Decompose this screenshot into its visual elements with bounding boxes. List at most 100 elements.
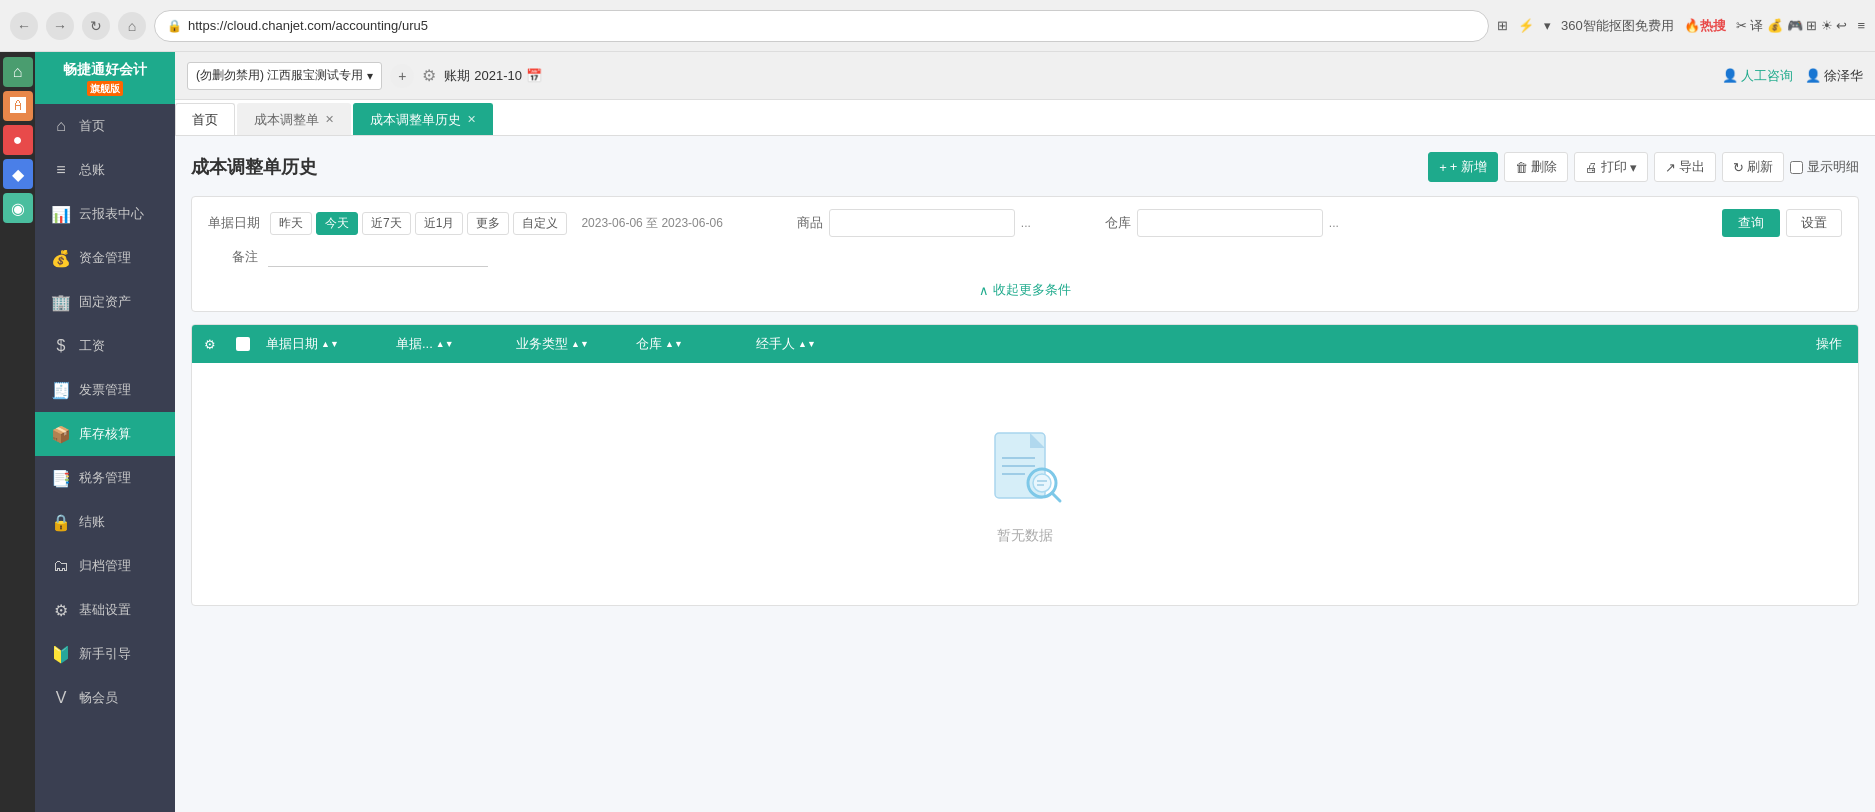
refresh-button[interactable]: ↻ 刷新: [1722, 152, 1784, 182]
company-selector[interactable]: (勿删勿禁用) 江西服宝测试专用 ▾: [187, 62, 382, 90]
sidebar-item-inventory[interactable]: 📦 库存核算: [35, 412, 175, 456]
date-sort-icon: ▲▼: [321, 340, 339, 349]
top-bar: (勿删勿禁用) 江西服宝测试专用 ▾ + ⚙ 账期 2021-10 📅 👤 人工…: [175, 52, 1875, 100]
export-button[interactable]: ↗ 导出: [1654, 152, 1716, 182]
custom-btn[interactable]: 自定义: [513, 212, 567, 235]
sidebar-item-ledger[interactable]: ≡ 总账: [35, 148, 175, 192]
sidebar-item-guide[interactable]: 🔰 新手引导: [35, 632, 175, 676]
sidebar-label-closing: 结账: [79, 513, 105, 531]
sidebar-item-archive[interactable]: 🗂 归档管理: [35, 544, 175, 588]
remark-label: 备注: [208, 248, 258, 266]
th-docno-label: 单据...: [396, 335, 433, 353]
sidebar-item-tax[interactable]: 📑 税务管理: [35, 456, 175, 500]
back-button[interactable]: ←: [10, 12, 38, 40]
rail-icon-3[interactable]: ●: [3, 125, 33, 155]
browser-tools[interactable]: ✂ 译 💰 🎮 ⊞ ☀ ↩: [1736, 17, 1848, 35]
today-btn[interactable]: 今天: [316, 212, 358, 235]
goods-more[interactable]: ...: [1021, 216, 1031, 230]
collapse-label: 收起更多条件: [993, 281, 1071, 299]
url-bar[interactable]: 🔒 https://cloud.chanjet.com/accounting/u…: [154, 10, 1489, 42]
th-checkbox-box: [236, 337, 250, 351]
print-button[interactable]: 🖨 打印 ▾: [1574, 152, 1648, 182]
page-title: 成本调整单历史: [191, 155, 317, 179]
user-name-button[interactable]: 👤 徐泽华: [1805, 67, 1863, 85]
browser-bar: ← → ↻ ⌂ 🔒 https://cloud.chanjet.com/acco…: [0, 0, 1875, 52]
tab-cost-adjust[interactable]: 成本调整单 ✕: [237, 103, 351, 135]
goods-filter: 商品 ...: [773, 209, 1031, 237]
week7-btn[interactable]: 近7天: [362, 212, 411, 235]
filter-settings-button[interactable]: 设置: [1786, 209, 1842, 237]
tab-home[interactable]: 首页: [175, 103, 235, 135]
th-warehouse[interactable]: 仓库 ▲▼: [628, 335, 748, 353]
sidebar-item-funds[interactable]: 💰 资金管理: [35, 236, 175, 280]
closing-icon: 🔒: [51, 513, 71, 532]
sidebar-item-assets[interactable]: 🏢 固定资产: [35, 280, 175, 324]
sidebar-nav: ⌂ 首页 ≡ 总账 📊 云报表中心 💰 资金管理 🏢 固定资产 $ 工资: [35, 104, 175, 812]
sidebar-item-invoice[interactable]: 🧾 发票管理: [35, 368, 175, 412]
new-button[interactable]: + + 新增: [1428, 152, 1498, 182]
sidebar-item-home[interactable]: ⌂ 首页: [35, 104, 175, 148]
more-btn[interactable]: 更多: [467, 212, 509, 235]
query-button[interactable]: 查询: [1722, 209, 1780, 237]
browser-lightning-icon[interactable]: ⚡: [1518, 18, 1534, 33]
delete-button[interactable]: 🗑 删除: [1504, 152, 1568, 182]
user-name-label: 徐泽华: [1824, 67, 1863, 85]
table-container: ⚙ 单据日期 ▲▼ 单据... ▲▼ 业务类型 ▲▼: [191, 324, 1859, 606]
sidebar-label-settings: 基础设置: [79, 601, 131, 619]
settings-gear-icon[interactable]: ⚙: [422, 66, 436, 85]
show-col-toggle[interactable]: 显示明细: [1790, 158, 1859, 176]
sidebar-item-closing[interactable]: 🔒 结账: [35, 500, 175, 544]
yesterday-btn[interactable]: 昨天: [270, 212, 312, 235]
rail-icon-2[interactable]: 🅰: [3, 91, 33, 121]
home-button[interactable]: ⌂: [118, 12, 146, 40]
sidebar-label-inventory: 库存核算: [79, 425, 131, 443]
goods-input[interactable]: [829, 209, 1015, 237]
sidebar-item-reports[interactable]: 📊 云报表中心: [35, 192, 175, 236]
th-checkbox[interactable]: [228, 337, 258, 351]
sidebar: 畅捷通好会计 旗舰版 ⌂ 首页 ≡ 总账 📊 云报表中心 💰 资金管理: [35, 52, 175, 812]
rail-icon-4[interactable]: ◆: [3, 159, 33, 189]
sidebar-item-vip[interactable]: V 畅会员: [35, 676, 175, 720]
rail-home[interactable]: ⌂: [3, 57, 33, 87]
forward-button[interactable]: →: [46, 12, 74, 40]
sidebar-item-settings[interactable]: ⚙ 基础设置: [35, 588, 175, 632]
svg-point-5: [1033, 474, 1051, 492]
reports-icon: 📊: [51, 205, 71, 224]
service-label: 人工咨询: [1741, 67, 1793, 85]
th-biztype[interactable]: 业务类型 ▲▼: [508, 335, 628, 353]
remark-input[interactable]: [268, 247, 488, 267]
rail-icon-5[interactable]: ◉: [3, 193, 33, 223]
th-operator[interactable]: 经手人 ▲▼: [748, 335, 868, 353]
invoice-icon: 🧾: [51, 381, 71, 400]
th-operator-label: 经手人: [756, 335, 795, 353]
warehouse-more[interactable]: ...: [1329, 216, 1339, 230]
empty-text: 暂无数据: [997, 527, 1053, 545]
vip-icon: V: [51, 689, 71, 707]
service-button[interactable]: 👤 人工咨询: [1722, 67, 1793, 85]
tab-cost-adjust-close[interactable]: ✕: [325, 113, 334, 126]
browser-grid-icon[interactable]: ⊞: [1497, 18, 1508, 33]
service-icon: 👤: [1722, 68, 1738, 83]
calendar-icon[interactable]: 📅: [526, 68, 542, 83]
collapse-button[interactable]: ∧ 收起更多条件: [979, 281, 1071, 299]
add-company-button[interactable]: +: [390, 64, 414, 88]
sidebar-label-funds: 资金管理: [79, 249, 131, 267]
th-operation-label: 操作: [1816, 335, 1842, 353]
show-col-checkbox-input[interactable]: [1790, 161, 1803, 174]
th-docno[interactable]: 单据... ▲▼: [388, 335, 508, 353]
browser-dropdown-icon[interactable]: ▾: [1544, 18, 1551, 33]
warehouse-input[interactable]: [1137, 209, 1323, 237]
tab-cost-adjust-history[interactable]: 成本调整单历史 ✕: [353, 103, 493, 135]
refresh-button[interactable]: ↻: [82, 12, 110, 40]
month1-btn[interactable]: 近1月: [415, 212, 464, 235]
home-icon: ⌂: [51, 117, 71, 135]
tab-cost-adjust-history-close[interactable]: ✕: [467, 113, 476, 126]
browser-search-label[interactable]: 360智能抠图免费用: [1561, 17, 1674, 35]
browser-menu[interactable]: ≡: [1857, 18, 1865, 33]
th-settings[interactable]: ⚙: [192, 337, 228, 352]
refresh-icon: ↻: [1733, 160, 1744, 175]
th-date[interactable]: 单据日期 ▲▼: [258, 335, 388, 353]
sidebar-label-ledger: 总账: [79, 161, 105, 179]
sidebar-item-salary[interactable]: $ 工资: [35, 324, 175, 368]
top-bar-right: 👤 人工咨询 👤 徐泽华: [1722, 67, 1863, 85]
